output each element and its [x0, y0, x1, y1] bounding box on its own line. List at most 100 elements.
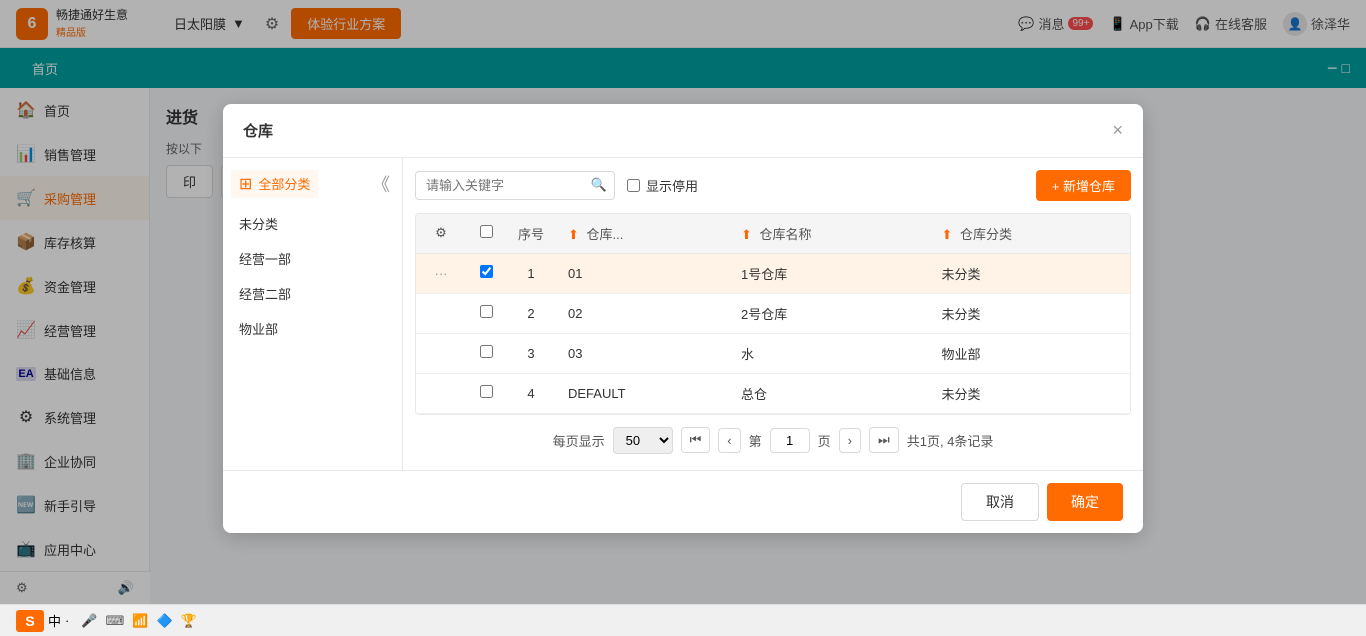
row-actions[interactable]: ···: [416, 373, 466, 413]
table-body: ··· 1 01 1号仓库 未分类 ··· 2 02 2号仓库 未分类 ··· …: [416, 253, 1130, 413]
warehouse-modal: 仓库 × ⊞ 全部分类 《 未分类 经营一部: [223, 104, 1143, 533]
col-header-gear: ⚙: [416, 214, 466, 254]
modal-footer: 取消 确定: [223, 470, 1143, 533]
row-checkbox[interactable]: [480, 345, 493, 358]
col-header-name: ⬆ 仓库名称: [729, 214, 930, 254]
cat-item-property[interactable]: 物业部: [223, 311, 402, 346]
network-icon[interactable]: 📶: [132, 613, 148, 629]
zh-icon: 中: [48, 611, 61, 630]
page-label: 第: [749, 431, 762, 450]
trophy-icon[interactable]: 🏆: [181, 613, 197, 629]
mic-icon[interactable]: 🎤: [81, 613, 97, 629]
row-actions[interactable]: ···: [416, 333, 466, 373]
table-header-row: ⚙ 序号 ⬆ 仓库...: [416, 214, 1130, 254]
row-code: 01: [556, 253, 729, 293]
cat-label-dept1: 经营一部: [239, 249, 291, 268]
row-name: 1号仓库: [729, 253, 930, 293]
sort-icon-name: ⬆: [741, 227, 752, 242]
modal-body: ⊞ 全部分类 《 未分类 经营一部 经营二部 物业部: [223, 158, 1143, 470]
row-name: 2号仓库: [729, 293, 930, 333]
row-code: DEFAULT: [556, 373, 729, 413]
modal-close-button[interactable]: ×: [1112, 120, 1123, 141]
row-category: 未分类: [929, 253, 1130, 293]
pagination: 每页显示 50 20 100 ⏮ ‹ 第 页 › ⏭ 共1页, 4条记录: [415, 415, 1131, 458]
row-checkbox[interactable]: [480, 305, 493, 318]
cat-item-all[interactable]: ⊞ 全部分类: [231, 170, 318, 198]
row-code: 03: [556, 333, 729, 373]
search-icon[interactable]: 🔍: [591, 177, 607, 193]
cancel-button[interactable]: 取消: [961, 483, 1039, 521]
row-name: 水: [729, 333, 930, 373]
row-checkbox[interactable]: [480, 385, 493, 398]
blue-icon[interactable]: 🔷: [157, 613, 173, 629]
collapse-sidebar-icon[interactable]: 《: [368, 171, 394, 197]
per-page-select[interactable]: 50 20 100: [613, 427, 673, 454]
table-row[interactable]: ··· 2 02 2号仓库 未分类: [416, 293, 1130, 333]
bottom-icons: 🎤 ⌨ 📶 🔷 🏆: [81, 613, 197, 629]
add-warehouse-button[interactable]: + 新增仓库: [1036, 170, 1131, 201]
cat-label-all: 全部分类: [258, 174, 310, 193]
sort-icon-cat: ⬆: [941, 227, 952, 242]
row-checkbox-cell: [466, 293, 506, 333]
show-disabled-label: 显示停用: [646, 176, 698, 195]
modal-main-content: 🔍 显示停用 + 新增仓库 ⚙: [403, 158, 1143, 470]
row-code: 02: [556, 293, 729, 333]
modal-header: 仓库 ×: [223, 104, 1143, 158]
col-code-label: 仓库...: [587, 227, 624, 242]
row-checkbox[interactable]: [480, 265, 493, 278]
col-header-check: [466, 214, 506, 254]
row-num: 4: [506, 373, 556, 413]
show-disabled-checkbox[interactable]: [627, 179, 640, 192]
row-checkbox-cell: [466, 373, 506, 413]
cat-item-uncategorized[interactable]: 未分类: [223, 206, 402, 241]
col-header-category: ⬆ 仓库分类: [929, 214, 1130, 254]
table-row[interactable]: ··· 1 01 1号仓库 未分类: [416, 253, 1130, 293]
col-header-num: 序号: [506, 214, 556, 254]
search-bar: 🔍 显示停用 + 新增仓库: [415, 170, 1131, 201]
modal-title: 仓库: [243, 120, 273, 141]
row-num: 3: [506, 333, 556, 373]
table-row[interactable]: ··· 4 DEFAULT 总仓 未分类: [416, 373, 1130, 413]
grid-icon: ⊞: [239, 174, 252, 194]
row-num: 1: [506, 253, 556, 293]
cat-label-property: 物业部: [239, 319, 278, 338]
per-page-label: 每页显示: [553, 431, 605, 450]
next-page-button[interactable]: ›: [839, 428, 861, 453]
warehouse-table: ⚙ 序号 ⬆ 仓库...: [416, 214, 1130, 414]
modal-overlay[interactable]: 仓库 × ⊞ 全部分类 《 未分类 经营一部: [0, 0, 1366, 636]
gear-col-icon: ⚙: [435, 225, 447, 240]
bottom-bar: S 中 · 🎤 ⌨ 📶 🔷 🏆: [0, 604, 1366, 636]
total-info: 共1页, 4条记录: [907, 431, 994, 450]
cat-item-dept1[interactable]: 经营一部: [223, 241, 402, 276]
warehouse-table-wrap: ⚙ 序号 ⬆ 仓库...: [415, 213, 1131, 415]
keyboard-icon[interactable]: ⌨: [106, 613, 125, 629]
col-category-label: 仓库分类: [960, 227, 1012, 242]
row-checkbox-cell: [466, 333, 506, 373]
show-disabled-wrap: 显示停用: [627, 176, 698, 195]
page-suffix: 页: [818, 431, 831, 450]
cat-item-dept2[interactable]: 经营二部: [223, 276, 402, 311]
row-name: 总仓: [729, 373, 930, 413]
cat-label-dept2: 经营二部: [239, 284, 291, 303]
search-input[interactable]: [415, 171, 615, 200]
col-name-label: 仓库名称: [760, 227, 812, 242]
search-input-wrap: 🔍: [415, 171, 615, 200]
row-category: 物业部: [929, 333, 1130, 373]
select-all-checkbox[interactable]: [480, 225, 493, 238]
row-actions[interactable]: ···: [416, 253, 466, 293]
table-row[interactable]: ··· 3 03 水 物业部: [416, 333, 1130, 373]
row-checkbox-cell: [466, 253, 506, 293]
sort-icon-code: ⬆: [568, 227, 579, 242]
row-category: 未分类: [929, 293, 1130, 333]
bottom-logo: S 中 ·: [16, 610, 69, 632]
row-num: 2: [506, 293, 556, 333]
confirm-button[interactable]: 确定: [1047, 483, 1123, 521]
row-actions[interactable]: ···: [416, 293, 466, 333]
page-input[interactable]: [770, 428, 810, 453]
dot-separator: ·: [65, 613, 69, 628]
last-page-button[interactable]: ⏭: [869, 427, 899, 453]
prev-page-button[interactable]: ‹: [718, 428, 740, 453]
cat-label-uncategorized: 未分类: [239, 214, 278, 233]
first-page-button[interactable]: ⏮: [681, 427, 711, 453]
category-sidebar: ⊞ 全部分类 《 未分类 经营一部 经营二部 物业部: [223, 158, 403, 470]
